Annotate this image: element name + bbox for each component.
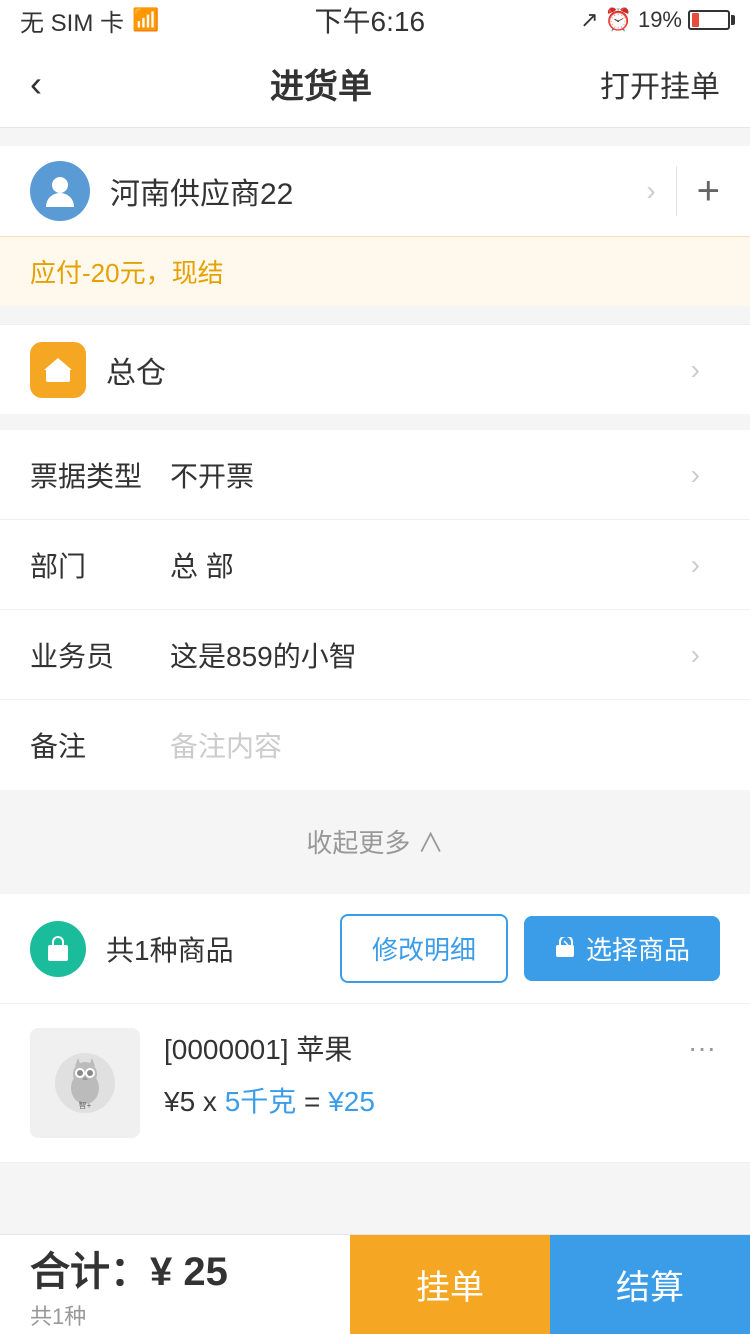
alarm-icon: ⏰ (605, 7, 632, 33)
select-product-button[interactable]: 选择商品 (524, 916, 720, 981)
invoice-type-row[interactable]: 票据类型 不开票 › (0, 430, 750, 520)
warehouse-icon (30, 342, 86, 398)
product-count: 共1种商品 (106, 929, 340, 969)
product-section: 共1种商品 修改明细 选择商品 (0, 894, 750, 1163)
shopping-bag-icon (42, 933, 74, 965)
back-button[interactable]: ‹ (30, 63, 42, 105)
product-icon (30, 921, 86, 977)
nav-bar: ‹ 进货单 打开挂单 (0, 40, 750, 128)
invoice-type-chevron-icon: › (691, 459, 700, 491)
product-title: 苹果 (296, 1034, 352, 1065)
collapse-label: 收起更多 ∧ (306, 823, 443, 860)
warehouse-name: 总仓 (106, 348, 691, 392)
product-info: [0000001] 苹果 ¥5 x 5千克 = ¥25 (164, 1028, 684, 1120)
status-time: 下午6:16 (315, 0, 426, 40)
person-icon (42, 173, 78, 209)
salesperson-label: 业务员 (30, 635, 170, 675)
product-image: 智+ (50, 1048, 120, 1118)
wifi-icon: 📶 (132, 7, 159, 33)
location-icon: ↗ (580, 7, 598, 33)
cart-icon (554, 937, 578, 961)
battery-percent: 19% (638, 7, 682, 33)
price-value: ¥5 x (164, 1086, 225, 1117)
page-title: 进货单 (270, 59, 372, 108)
total-amount: ¥ 25 (150, 1250, 228, 1294)
department-value: 总 部 (170, 545, 691, 585)
note-label: 备注 (30, 725, 170, 765)
salesperson-value: 这是859的小智 (170, 635, 691, 675)
salesperson-chevron-icon: › (691, 639, 700, 671)
footer-total: 合计：¥ 25 共1种 (0, 1239, 350, 1331)
warehouse-section: 总仓 › (0, 324, 750, 414)
total-label: 合计： (30, 1250, 150, 1294)
status-bar: 无 SIM 卡 📶 下午6:16 ↗ ⏰ 19% (0, 0, 750, 40)
supplier-name: 河南供应商22 (110, 169, 646, 213)
add-button[interactable]: + (697, 169, 720, 214)
status-left: 无 SIM 卡 📶 (20, 3, 159, 38)
quantity-value: 5千克 (225, 1086, 297, 1117)
total-value: ¥25 (328, 1086, 375, 1117)
open-hang-button[interactable]: 打开挂单 (600, 62, 720, 106)
product-item: 智+ [0000001] 苹果 ¥5 x 5千克 = ¥25 ··· (0, 1004, 750, 1163)
product-price: ¥5 x 5千克 = ¥25 (164, 1080, 684, 1120)
product-name: [0000001] 苹果 (164, 1028, 684, 1068)
product-thumbnail: 智+ (30, 1028, 140, 1138)
total-main: 合计：¥ 25 (30, 1239, 320, 1297)
battery-icon (688, 10, 730, 30)
supplier-avatar (30, 161, 90, 221)
status-right: ↗ ⏰ 19% (580, 7, 730, 33)
divider-1 (0, 128, 750, 146)
department-chevron-icon: › (691, 549, 700, 581)
more-button[interactable]: ··· (684, 1028, 720, 1068)
invoice-type-label: 票据类型 (30, 455, 170, 495)
edit-detail-button[interactable]: 修改明细 (340, 914, 508, 983)
total-sub: 共1种 (30, 1299, 320, 1331)
product-code: [0000001] (164, 1034, 296, 1065)
footer: 合计：¥ 25 共1种 挂单 结算 (0, 1234, 750, 1334)
select-product-label: 选择商品 (586, 930, 690, 967)
warning-bar: 应付-20元，现结 (0, 236, 750, 306)
supplier-chevron-icon: › (646, 175, 655, 207)
salesperson-row[interactable]: 业务员 这是859的小智 › (0, 610, 750, 700)
warehouse-chevron-icon: › (691, 354, 700, 386)
carrier-label: 无 SIM 卡 (20, 3, 124, 38)
supplier-row[interactable]: 河南供应商22 › + (0, 146, 750, 236)
supplier-section: 河南供应商22 › + 应付-20元，现结 (0, 146, 750, 306)
checkout-button[interactable]: 结算 (550, 1235, 750, 1334)
product-header: 共1种商品 修改明细 选择商品 (0, 894, 750, 1004)
department-label: 部门 (30, 545, 170, 585)
hang-button[interactable]: 挂单 (350, 1235, 550, 1334)
warehouse-building-icon (42, 354, 74, 386)
warning-text: 应付-20元，现结 (30, 258, 224, 288)
note-placeholder: 备注内容 (170, 725, 720, 765)
equals-sign: = (296, 1086, 328, 1117)
collapse-bar[interactable]: 收起更多 ∧ (0, 806, 750, 876)
invoice-type-value: 不开票 (170, 455, 691, 495)
warehouse-row[interactable]: 总仓 › (0, 324, 750, 414)
divider-3 (0, 876, 750, 894)
vertical-divider (676, 166, 677, 216)
form-section: 票据类型 不开票 › 部门 总 部 › 业务员 这是859的小智 › 备注 备注… (0, 430, 750, 790)
note-row[interactable]: 备注 备注内容 (0, 700, 750, 790)
department-row[interactable]: 部门 总 部 › (0, 520, 750, 610)
divider-2 (0, 306, 750, 324)
svg-text:智+: 智+ (79, 1100, 92, 1110)
